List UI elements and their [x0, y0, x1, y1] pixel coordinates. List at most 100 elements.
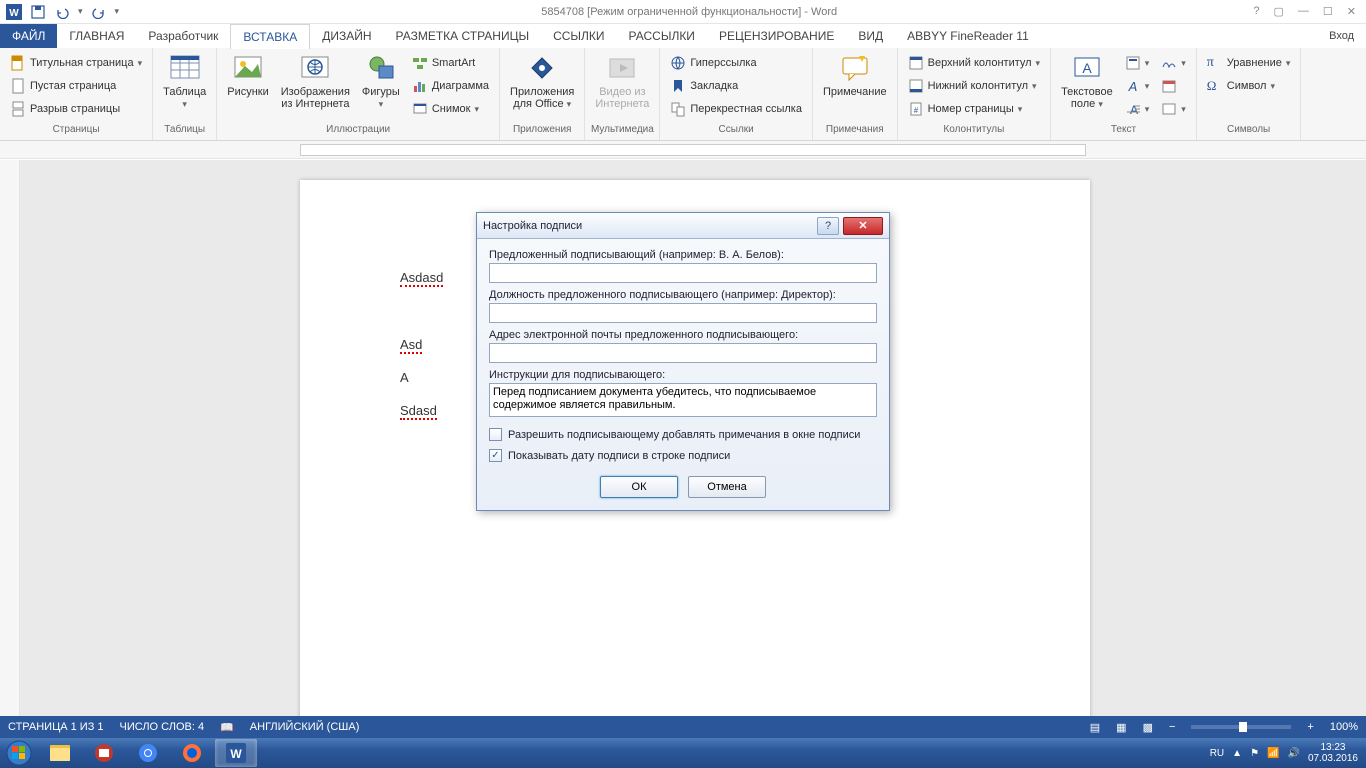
status-lang[interactable]: АНГЛИЙСКИЙ (США) [250, 721, 360, 733]
dialog-titlebar[interactable]: Настройка подписи ? ✕ [477, 213, 889, 239]
doc-line-1[interactable]: Asdasd [400, 270, 443, 287]
show-date-row[interactable]: ✓ Показывать дату подписи в строке подпи… [489, 449, 877, 462]
table-button[interactable]: Таблица▾ [157, 50, 212, 110]
smartart-button[interactable]: SmartArt [408, 52, 493, 74]
status-proofing-icon[interactable]: 📖 [220, 721, 234, 734]
wordart-button[interactable]: A▾ [1121, 75, 1154, 97]
datetime-button[interactable] [1157, 75, 1190, 97]
dialog-help-icon[interactable]: ? [817, 217, 839, 235]
tab-abbyy[interactable]: ABBYY FineReader 11 [895, 24, 1041, 48]
view-print-icon[interactable]: ▦ [1116, 721, 1126, 734]
view-web-icon[interactable]: ▩ [1143, 721, 1153, 734]
maximize-icon[interactable]: ☐ [1323, 5, 1333, 18]
quickparts-button[interactable]: ▾ [1121, 52, 1154, 74]
footer-button[interactable]: Нижний колонтитул▾ [904, 75, 1044, 97]
tab-developer[interactable]: Разработчик [136, 24, 230, 48]
dialog-close-icon[interactable]: ✕ [843, 217, 883, 235]
header-button[interactable]: Верхний колонтитул▾ [904, 52, 1044, 74]
tray-volume-icon[interactable]: 🔊 [1287, 748, 1299, 759]
group-links: Гиперссылка Закладка Перекрестная ссылка… [660, 48, 813, 140]
object-button[interactable]: ▾ [1157, 98, 1190, 120]
help-icon[interactable]: ? [1253, 5, 1259, 18]
tab-design[interactable]: ДИЗАЙН [310, 24, 383, 48]
tab-insert[interactable]: ВСТАВКА [230, 24, 310, 49]
sign-in[interactable]: Вход [1329, 24, 1366, 48]
cover-page-button[interactable]: Титульная страница▾ [6, 52, 146, 74]
undo-icon[interactable] [54, 4, 70, 20]
page-break-button[interactable]: Разрыв страницы [6, 98, 146, 120]
group-headerfooter: Верхний колонтитул▾ Нижний колонтитул▾ #… [898, 48, 1051, 140]
instructions-textarea[interactable]: Перед подписанием документа убедитесь, ч… [489, 383, 877, 417]
task-firefox[interactable] [171, 739, 213, 767]
hyperlink-button[interactable]: Гиперссылка [666, 52, 806, 74]
bookmark-button[interactable]: Закладка [666, 75, 806, 97]
redo-icon[interactable] [91, 4, 107, 20]
taskbar: W RU ▲ ⚑ 📶 🔊 13:23 07.03.2016 [0, 738, 1366, 768]
signer-title-input[interactable] [489, 303, 877, 323]
tray-network-icon[interactable]: 📶 [1267, 748, 1279, 759]
zoom-slider[interactable] [1191, 725, 1291, 729]
apps-button[interactable]: Приложениядля Office ▾ [504, 50, 580, 110]
show-date-checkbox[interactable]: ✓ [489, 449, 502, 462]
vertical-ruler[interactable] [0, 160, 20, 716]
email-input[interactable] [489, 343, 877, 363]
minimize-icon[interactable]: — [1298, 5, 1309, 18]
start-button[interactable] [0, 738, 38, 768]
tab-review[interactable]: РЕЦЕНЗИРОВАНИЕ [707, 24, 846, 48]
zoom-in-icon[interactable]: + [1307, 721, 1313, 733]
online-pictures-label-1: Изображения [281, 86, 350, 98]
horizontal-ruler[interactable] [0, 141, 1366, 159]
allow-comments-row[interactable]: Разрешить подписывающему добавлять приме… [489, 428, 877, 441]
status-words[interactable]: ЧИСЛО СЛОВ: 4 [120, 721, 205, 733]
task-explorer[interactable] [39, 739, 81, 767]
ok-button[interactable]: ОК [600, 476, 678, 498]
doc-line-2[interactable]: Asd [400, 337, 422, 354]
online-pictures-button[interactable]: Изображенияиз Интернета [275, 50, 356, 110]
doc-line-4[interactable]: Sdasd [400, 403, 437, 420]
tab-references[interactable]: ССЫЛКИ [541, 24, 616, 48]
cancel-button[interactable]: Отмена [688, 476, 766, 498]
svg-text:A: A [1127, 79, 1137, 94]
tab-layout[interactable]: РАЗМЕТКА СТРАНИЦЫ [384, 24, 542, 48]
tab-home[interactable]: ГЛАВНАЯ [57, 24, 136, 48]
statusbar: СТРАНИЦА 1 ИЗ 1 ЧИСЛО СЛОВ: 4 📖 АНГЛИЙСК… [0, 716, 1366, 738]
task-app-red[interactable] [83, 739, 125, 767]
ribbon-options-icon[interactable]: ▢ [1274, 5, 1284, 18]
shapes-button[interactable]: Фигуры▾ [356, 50, 406, 110]
tab-view[interactable]: ВИД [846, 24, 895, 48]
textbox-button[interactable]: AТекстовоеполе ▾ [1055, 50, 1119, 110]
doc-line-3[interactable]: A [400, 370, 409, 385]
screenshot-button[interactable]: Снимок▾ [408, 98, 493, 120]
task-word[interactable]: W [215, 739, 257, 767]
signature-button[interactable]: ▾ [1157, 52, 1190, 74]
crossref-button[interactable]: Перекрестная ссылка [666, 98, 806, 120]
chart-button[interactable]: Диаграмма [408, 75, 493, 97]
blank-page-button[interactable]: Пустая страница [6, 75, 146, 97]
tray-flag-icon[interactable]: ▲ [1232, 748, 1242, 759]
zoom-out-icon[interactable]: − [1169, 721, 1175, 733]
footer-label: Нижний колонтитул [928, 80, 1028, 92]
dropcap-button[interactable]: A▾ [1121, 98, 1154, 120]
comment-button[interactable]: Примечание [817, 50, 893, 98]
table-label: Таблица [163, 86, 206, 98]
view-readmode-icon[interactable]: ▤ [1090, 721, 1100, 734]
equation-button[interactable]: πУравнение▾ [1203, 52, 1295, 74]
pictures-button[interactable]: Рисунки [221, 50, 275, 98]
tray-lang[interactable]: RU [1210, 748, 1224, 759]
qat-customize[interactable]: ▾ [115, 6, 120, 17]
tray-action-icon[interactable]: ⚑ [1250, 748, 1259, 759]
tray-clock[interactable]: 13:23 07.03.2016 [1308, 742, 1358, 764]
zoom-level[interactable]: 100% [1330, 721, 1358, 733]
tab-mailings[interactable]: РАССЫЛКИ [617, 24, 707, 48]
undo-dropdown[interactable]: ▾ [78, 6, 83, 17]
symbol-button[interactable]: ΩСимвол▾ [1203, 75, 1295, 97]
signer-input[interactable] [489, 263, 877, 283]
save-icon[interactable] [30, 4, 46, 20]
pagenum-button[interactable]: #Номер страницы▾ [904, 98, 1044, 120]
allow-comments-checkbox[interactable] [489, 428, 502, 441]
tab-file[interactable]: ФАЙЛ [0, 24, 57, 48]
close-icon[interactable]: ✕ [1347, 5, 1356, 18]
status-page[interactable]: СТРАНИЦА 1 ИЗ 1 [8, 721, 104, 733]
task-chrome[interactable] [127, 739, 169, 767]
pictures-label: Рисунки [227, 86, 269, 98]
